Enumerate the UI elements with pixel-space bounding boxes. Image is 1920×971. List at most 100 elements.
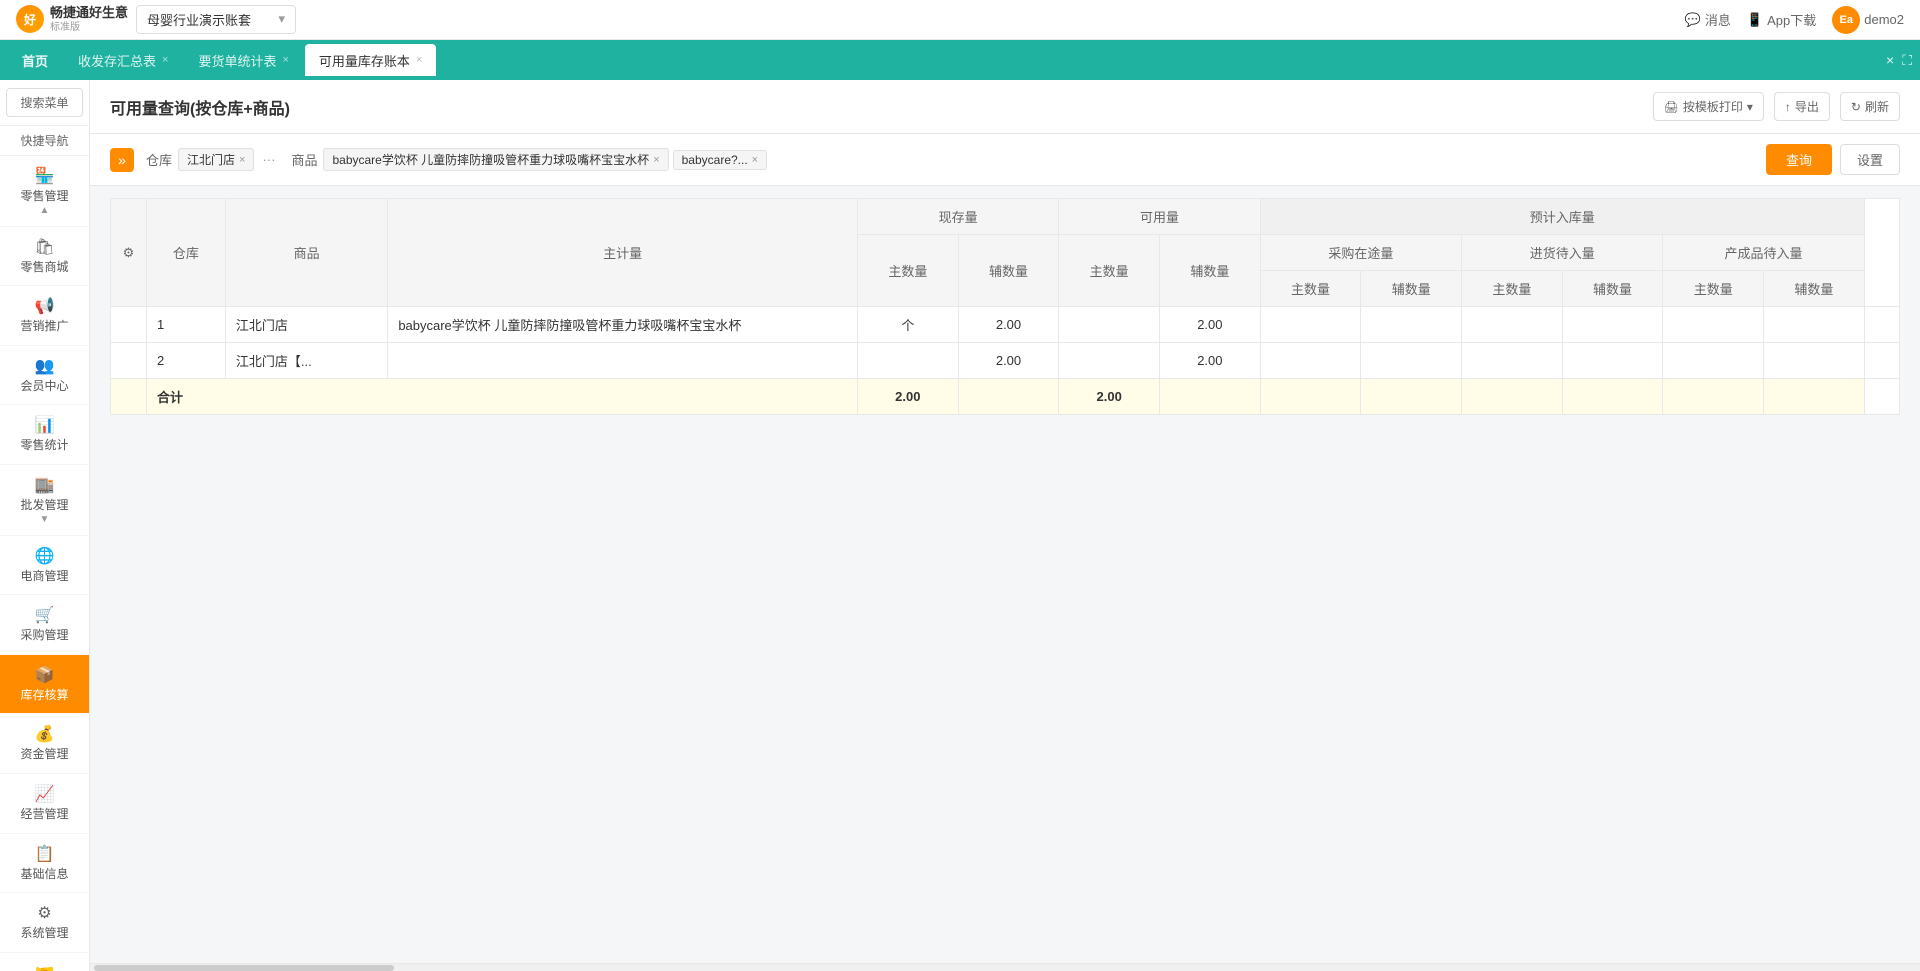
app-download-btn[interactable]: 📱 App下载 <box>1747 10 1816 29</box>
expand-btn[interactable]: ⛶ <box>1902 52 1912 69</box>
sidebar-item-procurement[interactable]: 🛒 采购管理 <box>0 595 89 655</box>
retail-mgmt-arrow: ▲ <box>40 205 50 216</box>
members-icon: 👥 <box>35 356 55 376</box>
product-tag-1[interactable]: babycare学饮杯 儿童防摔防撞吸管杯重力球吸嘴杯宝宝水杯 × <box>323 148 668 171</box>
retail-mall-icon: 🛍 <box>34 237 54 257</box>
close-all-btn[interactable]: × <box>1886 52 1894 69</box>
product-col-header: 商品 <box>225 199 387 307</box>
tab-home[interactable]: 首页 <box>8 44 62 76</box>
sidebar-item-retail-mgmt[interactable]: 🏪 零售管理 ▲ <box>0 156 89 227</box>
refresh-btn[interactable]: ↻ 刷新 <box>1840 92 1900 121</box>
row-warehouse-1: 江北门店【... <box>225 343 387 379</box>
settings-btn[interactable]: 设置 <box>1840 144 1900 175</box>
stock-main-header: 主数量 <box>858 235 959 307</box>
username: demo2 <box>1864 12 1904 27</box>
sidebar-item-marketing[interactable]: 📢 营销推广 <box>0 286 89 346</box>
sidebar-item-basic-info[interactable]: 📋 基础信息 <box>0 834 89 894</box>
user-profile[interactable]: Ea demo2 <box>1832 6 1904 34</box>
warehouse-ellipsis[interactable]: ··· <box>258 152 279 167</box>
sidebar-item-inventory[interactable]: 📦 库存核算 <box>0 655 89 715</box>
export-btn[interactable]: ↑ 导出 <box>1774 92 1830 121</box>
product-filter-group: 商品 babycare学饮杯 儿童防摔防撞吸管杯重力球吸嘴杯宝宝水杯 × bab… <box>291 148 767 171</box>
app-tag: 标准版 <box>50 21 128 34</box>
sidebar-label-retail-mgmt: 零售管理 <box>20 189 68 205</box>
total-avail-main: 2.00 <box>1059 379 1160 415</box>
product-tag-2[interactable]: babycare?... × <box>673 150 767 170</box>
industry-selector[interactable]: 母婴行业演示账套 ▾ <box>136 5 296 34</box>
close-tab-order[interactable]: × <box>282 54 288 66</box>
row-incoming-main-1 <box>1562 343 1663 379</box>
stock-aux-header: 辅数量 <box>958 235 1059 307</box>
sidebar-item-retail-stats[interactable]: 📊 零售统计 <box>0 405 89 465</box>
total-stock-main: 2.00 <box>858 379 959 415</box>
industry-label: 母婴行业演示账套 <box>147 10 251 29</box>
row-warehouse-0: 江北门店 <box>225 307 387 343</box>
row-purchase-aux-1 <box>1462 343 1563 379</box>
app-title: 畅捷通好生意 <box>50 5 128 22</box>
close-tab-receivable[interactable]: × <box>162 54 168 66</box>
row-purchase-main-0 <box>1361 307 1462 343</box>
tab-available-inventory[interactable]: 可用量库存账本 × <box>305 44 436 76</box>
product-filter-tags: babycare学饮杯 儿童防摔防撞吸管杯重力球吸嘴杯宝宝水杯 × babyca… <box>323 148 767 171</box>
product-tag-1-close[interactable]: × <box>653 154 659 166</box>
product-tag-2-value: babycare?... <box>682 153 748 167</box>
avail-main-header: 主数量 <box>1059 235 1160 307</box>
row-avail-aux-0 <box>1260 307 1361 343</box>
finished-pending-header: 产成品待入量 <box>1663 235 1864 271</box>
filter-toggle-btn[interactable]: » <box>110 148 134 172</box>
total-avail-aux <box>1160 379 1261 415</box>
main-layout: 搜索菜单 快捷导航 🏪 零售管理 ▲ 🛍 零售商城 📢 营销推广 👥 会员中心 … <box>0 80 1920 971</box>
total-settings-cell <box>111 379 147 415</box>
tab-order-stats[interactable]: 要货单统计表 × <box>184 44 302 76</box>
sidebar-item-system[interactable]: ⚙ 系统管理 <box>0 893 89 953</box>
planned-inbound-header: 预计入库量 <box>1260 199 1864 235</box>
horizontal-scrollbar[interactable] <box>90 963 1920 971</box>
data-table: ⚙ 仓库 商品 主计量 现存量 可用量 预计入库量 主数量 辅数量 主数量 辅数… <box>110 198 1900 415</box>
sidebar-search-area: 搜索菜单 <box>0 80 89 126</box>
row-avail-aux-1 <box>1260 343 1361 379</box>
content-area: 可用量查询(按仓库+商品) 🖨 按模板打印 ▾ ↑ 导出 ↻ 刷新 » <box>90 80 1920 971</box>
sidebar-item-operations[interactable]: 📈 经营管理 <box>0 774 89 834</box>
tab-receivable-summary[interactable]: 收发存汇总表 × <box>64 44 182 76</box>
finished-main-header: 主数量 <box>1663 271 1764 307</box>
row-settings-0 <box>111 307 147 343</box>
total-label-cell: 合计 <box>147 379 858 415</box>
export-label: 导出 <box>1795 98 1819 115</box>
product-tag-2-close[interactable]: × <box>752 154 758 166</box>
row-avail-main-1: 2.00 <box>1160 343 1261 379</box>
sidebar-item-members[interactable]: 👥 会员中心 <box>0 346 89 406</box>
search-menu-btn[interactable]: 搜索菜单 <box>6 88 83 117</box>
incoming-aux-header: 辅数量 <box>1562 271 1663 307</box>
row-product-1 <box>388 343 858 379</box>
product-filter-label: 商品 <box>291 150 317 169</box>
quick-nav-btn[interactable]: 快捷导航 <box>0 126 89 156</box>
total-purchase-main <box>1260 379 1361 415</box>
finance-icon: 💰 <box>35 724 55 744</box>
total-purchase-aux <box>1361 379 1462 415</box>
row-stock-aux-0 <box>1059 307 1160 343</box>
sidebar-item-ecommerce[interactable]: 🌐 电商管理 <box>0 536 89 596</box>
chevron-down-icon: ▾ <box>278 11 285 27</box>
sidebar-item-wholesale-mgmt[interactable]: 🏬 批发管理 ▼ <box>0 465 89 536</box>
scroll-thumb[interactable] <box>94 965 394 971</box>
sidebar-item-enterprise[interactable]: 🤝 企业协同 <box>0 953 89 971</box>
warehouse-tag-close[interactable]: × <box>239 154 245 166</box>
settings-col-icon[interactable]: ⚙ <box>123 245 135 260</box>
logo-text: 畅捷通好生意 标准版 <box>50 5 128 35</box>
warehouse-filter-label: 仓库 <box>146 150 172 169</box>
refresh-label: 刷新 <box>1865 98 1889 115</box>
sidebar-label-finance: 资金管理 <box>20 747 68 763</box>
template-print-btn[interactable]: 🖨 按模板打印 ▾ <box>1653 92 1764 121</box>
warehouse-tag-value: 江北门店 <box>187 151 235 168</box>
sidebar-item-retail-mall[interactable]: 🛍 零售商城 <box>0 227 89 287</box>
query-btn[interactable]: 查询 <box>1766 144 1832 175</box>
sidebar-label-retail-mall: 零售商城 <box>20 260 68 276</box>
row-stock-main-1: 2.00 <box>958 343 1059 379</box>
row-stock-main-0: 2.00 <box>958 307 1059 343</box>
wholesale-mgmt-arrow: ▼ <box>40 514 50 525</box>
messages-btn[interactable]: 💬 消息 <box>1685 10 1731 29</box>
sidebar-item-finance[interactable]: 💰 资金管理 <box>0 714 89 774</box>
close-tab-available[interactable]: × <box>416 54 422 66</box>
procurement-icon: 🛒 <box>35 605 55 625</box>
warehouse-tag[interactable]: 江北门店 × <box>178 148 254 171</box>
